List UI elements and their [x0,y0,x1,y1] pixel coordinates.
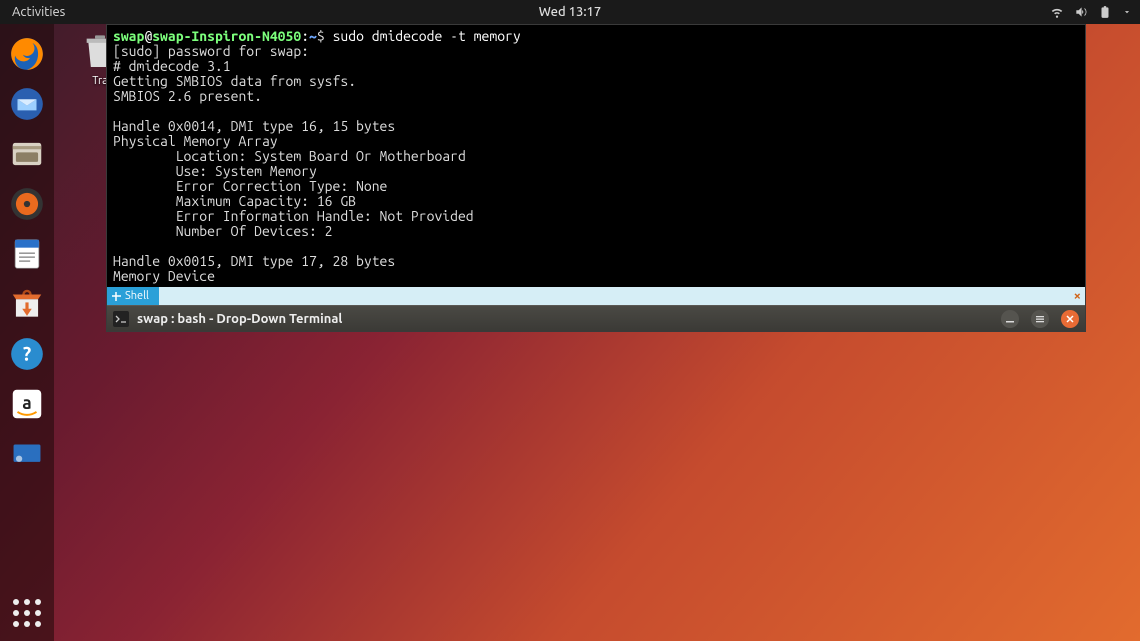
dock-amazon[interactable]: a [5,382,49,426]
terminal-output[interactable]: swap@swap-Inspiron-N4050:~$ sudo dmideco… [107,25,1085,287]
top-bar: Activities Wed 13:17 [0,0,1140,24]
dock-firefox[interactable] [5,32,49,76]
show-applications[interactable] [13,599,41,627]
svg-text:a: a [22,394,31,413]
command-text: sudo dmidecode -t memory [333,28,521,44]
shell-tab[interactable]: Shell [107,287,159,305]
clock[interactable]: Wed 13:17 [539,5,601,19]
terminal-lines: [sudo] password for swap: # dmidecode 3.… [113,43,474,284]
prompt-user: swap [113,28,144,44]
close-tab-icon[interactable]: × [1074,289,1081,303]
terminal-icon [113,311,129,327]
dock-help[interactable]: ? [5,332,49,376]
dropdown-terminal: swap@swap-Inspiron-N4050:~$ sudo dmideco… [106,24,1086,332]
terminal-tabs: Shell × [107,287,1085,305]
prompt-symbol: $ [317,28,325,44]
status-area[interactable] [1050,5,1132,19]
window-title: swap : bash - Drop-Down Terminal [137,312,342,326]
terminal-titlebar: swap : bash - Drop-Down Terminal [107,305,1085,331]
dock-writer[interactable] [5,232,49,276]
svg-text:?: ? [23,342,31,364]
chevron-down-icon [1122,5,1132,19]
volume-icon [1074,5,1088,19]
dock-rhythmbox[interactable] [5,182,49,226]
prompt-host: swap-Inspiron-N4050 [152,28,301,44]
battery-icon [1098,5,1112,19]
dock-files[interactable] [5,132,49,176]
add-tab-icon [111,291,122,302]
dock-display[interactable] [5,432,49,476]
activities-button[interactable]: Activities [12,5,65,19]
minimize-button[interactable] [1001,310,1019,328]
close-button[interactable] [1061,310,1079,328]
prompt-path: ~ [309,28,317,44]
shell-tab-label: Shell [125,287,149,305]
menu-button[interactable] [1031,310,1049,328]
dock: ? a [0,24,54,641]
wifi-icon [1050,5,1064,19]
dock-thunderbird[interactable] [5,82,49,126]
dock-software[interactable] [5,282,49,326]
